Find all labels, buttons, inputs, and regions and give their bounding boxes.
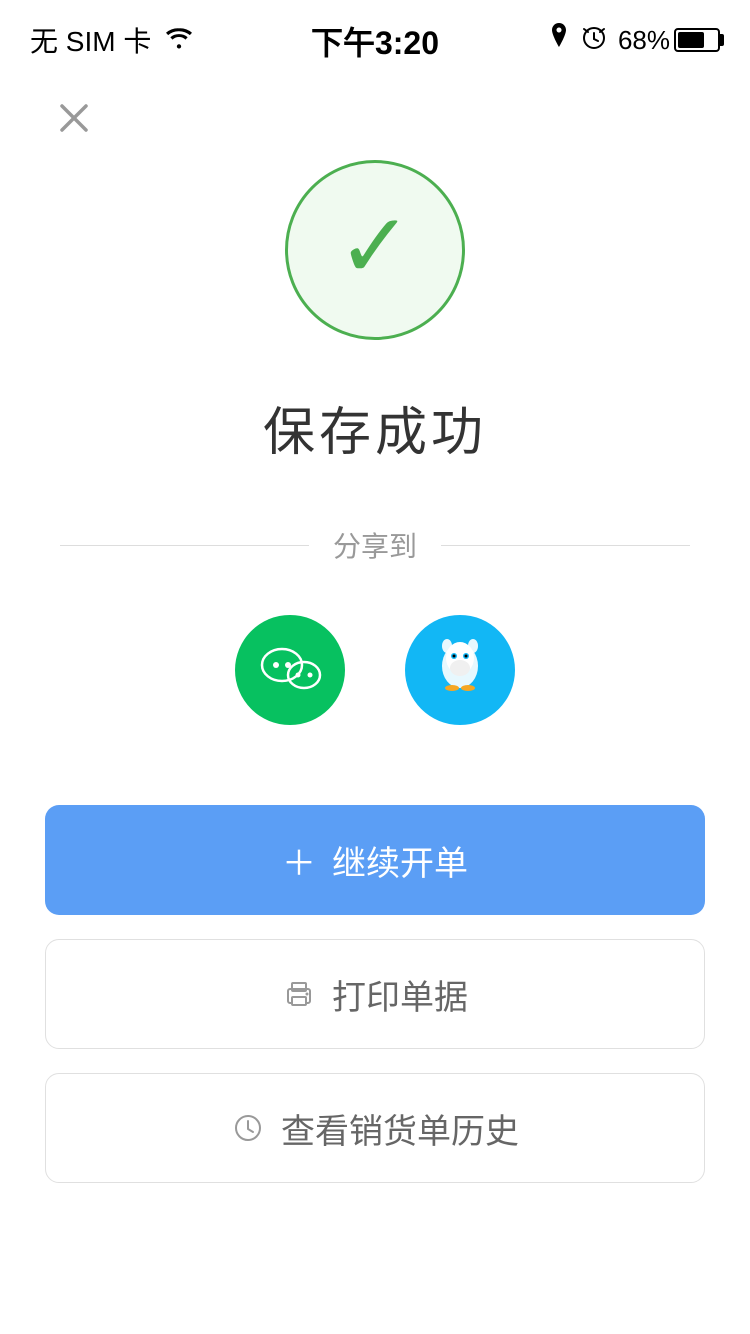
battery-fill (678, 32, 704, 48)
status-bar: 无 SIM 卡 下午3:20 68% (0, 0, 750, 80)
print-button[interactable]: 打印单据 (45, 939, 705, 1049)
print-label: 打印单据 (332, 970, 468, 1019)
history-icon (231, 1111, 265, 1145)
main-content: ✓ 保存成功 分享到 (0, 80, 750, 1183)
alarm-icon (580, 23, 608, 58)
location-icon (548, 23, 570, 58)
status-right: 68% (548, 23, 720, 58)
action-buttons: ＋ 继续开单 打印单据 查看销货单历史 (45, 805, 705, 1183)
battery-block: 68% (618, 25, 720, 56)
wifi-icon (161, 24, 197, 57)
time-display: 下午3:20 (311, 18, 439, 64)
continue-order-label: 继续开单 (332, 836, 468, 885)
success-title: 保存成功 (263, 390, 487, 465)
share-icons (235, 615, 515, 725)
carrier-text: 无 SIM 卡 (30, 20, 151, 60)
plus-icon: ＋ (282, 836, 316, 885)
success-circle: ✓ (285, 160, 465, 340)
share-divider: 分享到 (0, 525, 750, 565)
history-label: 查看销货单历史 (281, 1104, 519, 1153)
battery-text: 68% (618, 25, 670, 56)
print-icon (282, 977, 316, 1011)
history-button[interactable]: 查看销货单历史 (45, 1073, 705, 1183)
share-label: 分享到 (309, 525, 441, 565)
continue-order-button[interactable]: ＋ 继续开单 (45, 805, 705, 915)
battery-icon (674, 28, 720, 52)
close-button[interactable] (44, 88, 104, 148)
checkmark-icon: ✓ (337, 202, 412, 292)
status-left: 无 SIM 卡 (30, 20, 197, 60)
qq-share-button[interactable] (405, 615, 515, 725)
wechat-share-button[interactable] (235, 615, 345, 725)
